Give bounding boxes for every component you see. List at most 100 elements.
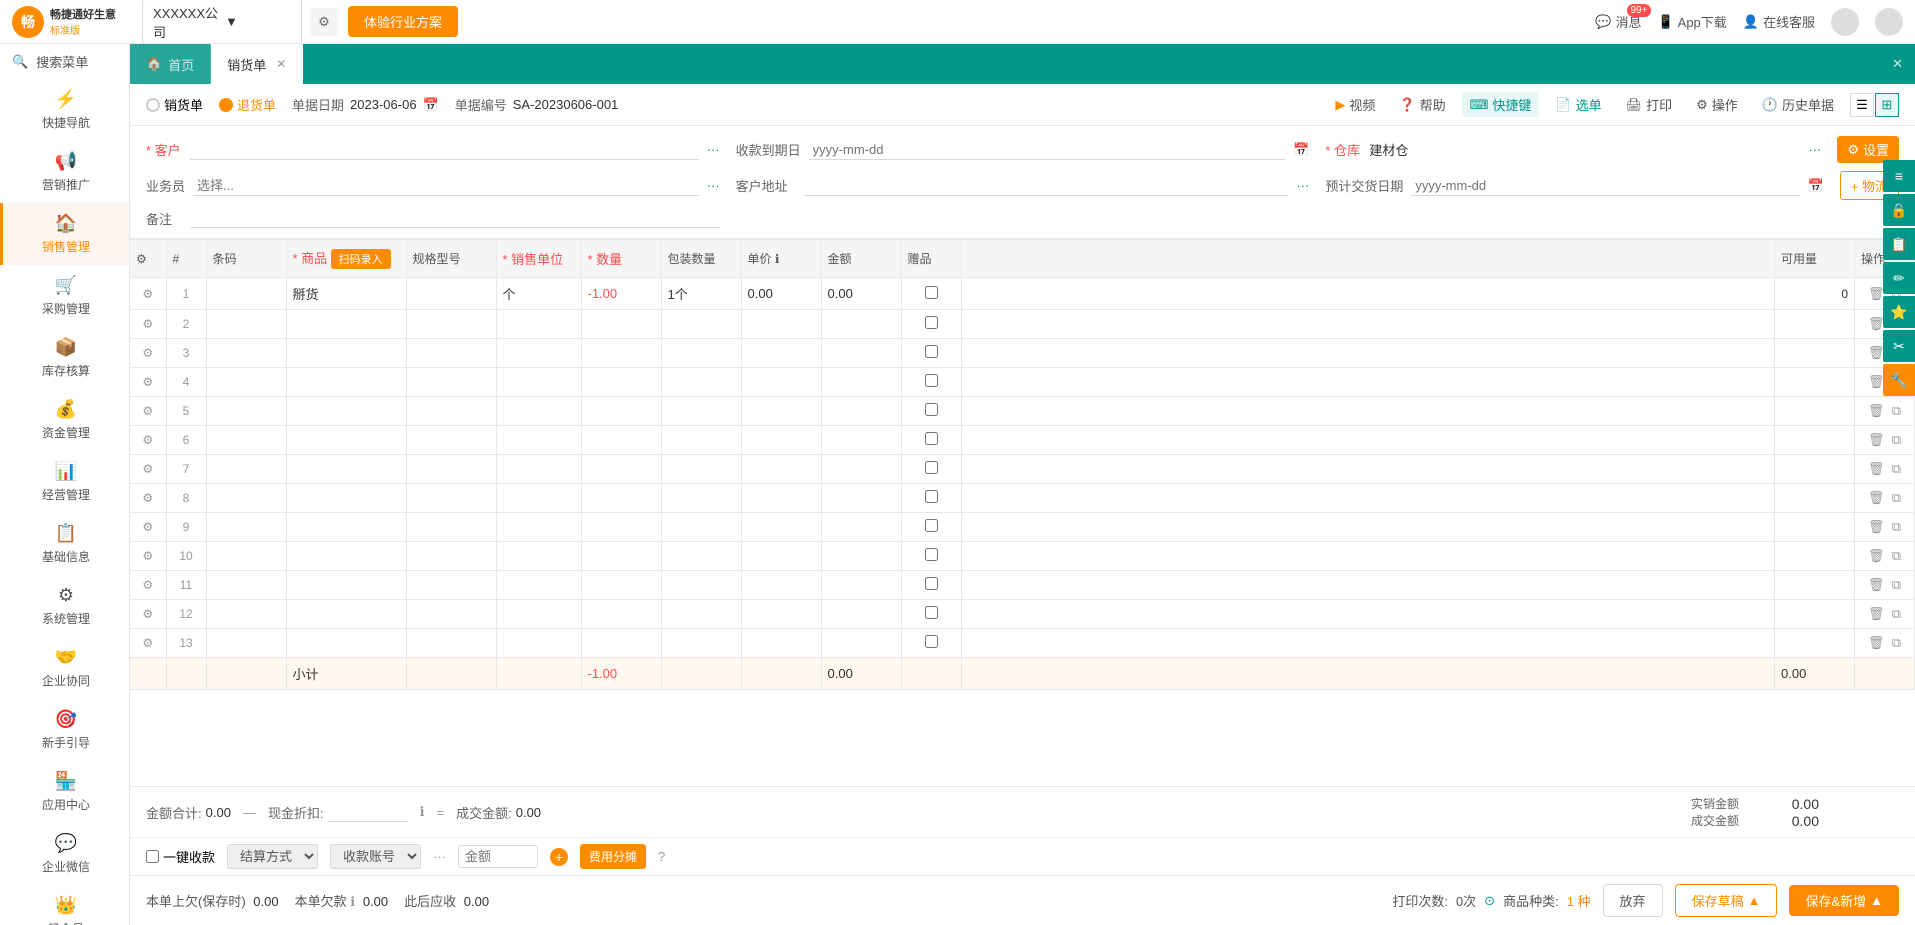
cell-barcode-0[interactable] xyxy=(206,278,286,310)
cell-qty-11[interactable] xyxy=(581,600,661,629)
cell-barcode-4[interactable] xyxy=(206,397,286,426)
cell-settings-5[interactable]: ⚙ xyxy=(130,426,166,455)
cell-pkgqty-2[interactable] xyxy=(661,339,741,368)
cell-spec-0[interactable] xyxy=(406,278,496,310)
cell-pkgqty-3[interactable] xyxy=(661,368,741,397)
tab-close-btn[interactable]: ✕ xyxy=(276,57,286,71)
expected-date-input[interactable] xyxy=(1411,176,1799,196)
cell-barcode-6[interactable] xyxy=(206,455,286,484)
cell-pkgqty-12[interactable] xyxy=(661,629,741,658)
cell-unit-11[interactable] xyxy=(496,600,581,629)
app-download-btn[interactable]: 📱 App下载 xyxy=(1657,12,1726,31)
staff-more-btn[interactable]: ··· xyxy=(707,178,720,193)
copy-icon-8[interactable]: ⧉ xyxy=(1892,519,1901,534)
sidebar-item-purchase[interactable]: 🛒 采购管理 xyxy=(0,265,129,327)
cell-unit-8[interactable] xyxy=(496,513,581,542)
cell-gift-12[interactable] xyxy=(901,629,961,658)
delete-icon-11[interactable]: 🗑 xyxy=(1868,606,1885,621)
sidebar-item-marketing[interactable]: 📢 营销推广 xyxy=(0,141,129,203)
delete-icon-9[interactable]: 🗑 xyxy=(1868,548,1885,563)
tab-close-all-btn[interactable]: ✕ xyxy=(1880,44,1915,84)
cell-qty-10[interactable] xyxy=(581,571,661,600)
cell-barcode-10[interactable] xyxy=(206,571,286,600)
copy-icon-6[interactable]: ⧉ xyxy=(1892,461,1901,476)
cell-spec-8[interactable] xyxy=(406,513,496,542)
cell-qty-2[interactable] xyxy=(581,339,661,368)
cell-amount-10[interactable] xyxy=(821,571,901,600)
copy-icon-5[interactable]: ⧉ xyxy=(1892,432,1901,447)
trial-button[interactable]: 体验行业方案 xyxy=(348,6,458,37)
cell-qty-6[interactable] xyxy=(581,455,661,484)
cell-qty-9[interactable] xyxy=(581,542,661,571)
save-new-btn[interactable]: 保存&新增 ▲ xyxy=(1789,885,1899,916)
cell-unit-9[interactable] xyxy=(496,542,581,571)
cell-product-4[interactable] xyxy=(286,397,406,426)
cell-unit-1[interactable] xyxy=(496,310,581,339)
delete-icon-6[interactable]: 🗑 xyxy=(1868,461,1885,476)
sidebar-item-guide[interactable]: 🎯 新手引导 xyxy=(0,699,129,761)
float-btn-1[interactable]: ≡ xyxy=(1883,160,1915,192)
float-btn-6[interactable]: ✂ xyxy=(1883,330,1915,362)
cell-pkgqty-7[interactable] xyxy=(661,484,741,513)
col-settings[interactable]: ⚙ xyxy=(130,240,166,278)
cell-gift-0[interactable] xyxy=(901,278,961,310)
payment-method-select[interactable]: 结算方式 xyxy=(227,844,318,869)
cell-amount-11[interactable] xyxy=(821,600,901,629)
cell-spec-5[interactable] xyxy=(406,426,496,455)
customer-addr-input[interactable] xyxy=(804,176,1289,196)
cell-unit-3[interactable] xyxy=(496,368,581,397)
cell-product-3[interactable] xyxy=(286,368,406,397)
company-selector[interactable]: XXXXXX公司 ▼ xyxy=(142,0,302,46)
sidebar-item-system[interactable]: ⚙ 系统管理 xyxy=(0,575,129,637)
user-avatar[interactable] xyxy=(1831,8,1859,36)
cell-barcode-8[interactable] xyxy=(206,513,286,542)
cell-product-2[interactable] xyxy=(286,339,406,368)
expected-calendar-icon[interactable]: 📅 xyxy=(1808,178,1824,194)
cell-spec-2[interactable] xyxy=(406,339,496,368)
payment-date-input[interactable] xyxy=(809,140,1285,160)
float-btn-4[interactable]: ✏ xyxy=(1883,262,1915,294)
cell-qty-4[interactable] xyxy=(581,397,661,426)
delete-icon-12[interactable]: 🗑 xyxy=(1868,635,1885,650)
sidebar-item-wechat[interactable]: 💬 企业微信 xyxy=(0,823,129,885)
online-service-btn[interactable]: 👤 在线客服 xyxy=(1743,12,1815,31)
cell-product-1[interactable] xyxy=(286,310,406,339)
settings-btn[interactable]: ⚙ 设置 xyxy=(1837,136,1899,163)
cell-amount-8[interactable] xyxy=(821,513,901,542)
customer-input[interactable] xyxy=(190,140,699,160)
cell-barcode-11[interactable] xyxy=(206,600,286,629)
one-click-check[interactable] xyxy=(146,850,159,863)
this-doc-due-help[interactable]: ℹ xyxy=(350,894,355,909)
cell-gift-8[interactable] xyxy=(901,513,961,542)
cell-spec-4[interactable] xyxy=(406,397,496,426)
cell-gift-5[interactable] xyxy=(901,426,961,455)
cell-settings-4[interactable]: ⚙ xyxy=(130,397,166,426)
radio-return[interactable]: 退货单 xyxy=(219,95,276,114)
cell-settings-0[interactable]: ⚙ xyxy=(130,278,166,310)
cell-price-1[interactable] xyxy=(741,310,821,339)
float-btn-5[interactable]: ⭐ xyxy=(1883,296,1915,328)
copy-icon-4[interactable]: ⧉ xyxy=(1892,403,1901,418)
scan-btn[interactable]: 扫码录入 xyxy=(331,249,391,269)
cell-pkgqty-8[interactable] xyxy=(661,513,741,542)
cell-gift-6[interactable] xyxy=(901,455,961,484)
one-click-checkbox[interactable]: 一键收款 xyxy=(146,847,215,866)
cell-pkgqty-9[interactable] xyxy=(661,542,741,571)
cell-settings-6[interactable]: ⚙ xyxy=(130,455,166,484)
sidebar-item-sales[interactable]: 🏠 销售管理 xyxy=(0,203,129,265)
radio-sale[interactable]: 销货单 xyxy=(146,95,203,114)
toolbar-print-btn[interactable]: 🖨 打印 xyxy=(1618,92,1681,117)
cell-qty-3[interactable] xyxy=(581,368,661,397)
cell-barcode-5[interactable] xyxy=(206,426,286,455)
cell-unit-0[interactable]: 个 xyxy=(496,278,581,310)
cell-settings-3[interactable]: ⚙ xyxy=(130,368,166,397)
cell-spec-9[interactable] xyxy=(406,542,496,571)
product-types-radio[interactable]: ⊙ xyxy=(1484,893,1495,909)
delete-icon-1[interactable]: 🗑 xyxy=(1868,316,1885,331)
cell-settings-8[interactable]: ⚙ xyxy=(130,513,166,542)
cell-product-0[interactable]: 掰货 xyxy=(286,278,406,310)
cell-amount-2[interactable] xyxy=(821,339,901,368)
discount-input[interactable] xyxy=(328,802,408,822)
cell-pkgqty-4[interactable] xyxy=(661,397,741,426)
cell-qty-1[interactable] xyxy=(581,310,661,339)
